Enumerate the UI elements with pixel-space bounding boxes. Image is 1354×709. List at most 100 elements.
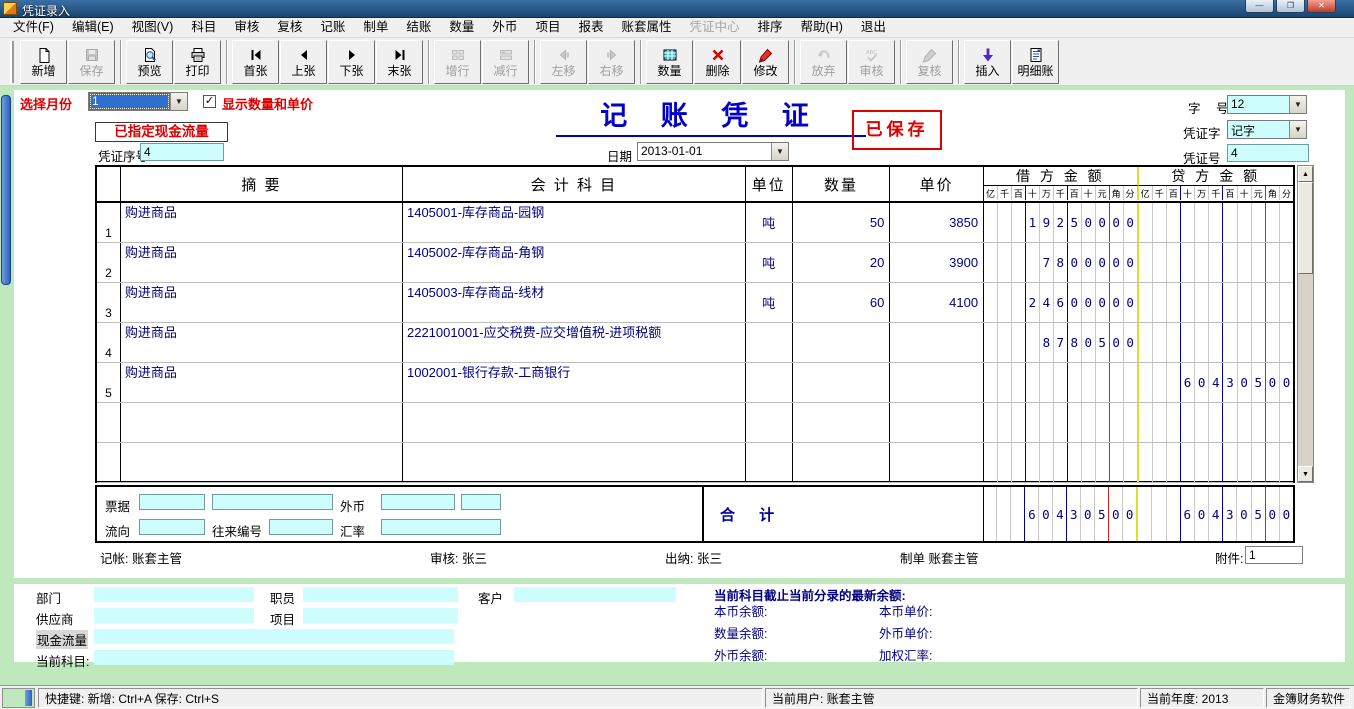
qty-cell[interactable] bbox=[793, 403, 891, 442]
price-cell[interactable] bbox=[890, 323, 984, 362]
account-cell[interactable]: 1405002-库存商品-角钢 bbox=[403, 243, 746, 282]
debit-cell[interactable]: 8780500 bbox=[984, 323, 1138, 362]
bill-input-1[interactable] bbox=[139, 494, 205, 510]
serial-input[interactable]: 4 bbox=[140, 143, 224, 161]
toolbar-button-0[interactable]: 新增 bbox=[20, 40, 67, 84]
debit-cell[interactable]: 24600000 bbox=[984, 283, 1138, 322]
counter-no-input[interactable] bbox=[269, 519, 333, 535]
toolbar-button-4[interactable]: 首张 bbox=[232, 40, 279, 84]
qty-cell[interactable] bbox=[793, 443, 891, 482]
account-cell[interactable] bbox=[403, 403, 746, 442]
fx-input-1[interactable] bbox=[381, 494, 455, 510]
menu-item-1[interactable]: 编辑(E) bbox=[63, 18, 123, 37]
summary-cell[interactable]: 购进商品 bbox=[121, 203, 403, 242]
bill-input-2[interactable] bbox=[212, 494, 333, 510]
summary-cell[interactable]: 购进商品 bbox=[121, 283, 403, 322]
menu-item-6[interactable]: 记账 bbox=[311, 18, 354, 37]
qty-cell[interactable]: 50 bbox=[793, 203, 891, 242]
summary-cell[interactable]: 购进商品 bbox=[121, 243, 403, 282]
unit-cell[interactable] bbox=[746, 443, 793, 482]
chevron-down-icon[interactable]: ▼ bbox=[1289, 96, 1306, 113]
toolbar-button-5[interactable]: 上张 bbox=[280, 40, 327, 84]
left-scrollbar-thumb[interactable] bbox=[1, 95, 11, 285]
toolbar-button-2[interactable]: 预览 bbox=[126, 40, 173, 84]
show-qty-checkbox[interactable]: ✓ bbox=[203, 95, 216, 108]
chevron-down-icon[interactable]: ▼ bbox=[170, 93, 187, 110]
voucher-no-input[interactable]: 4 bbox=[1227, 144, 1309, 162]
unit-cell[interactable]: 吨 bbox=[746, 203, 793, 242]
scrollbar-thumb[interactable] bbox=[1298, 182, 1313, 274]
menu-item-12[interactable]: 报表 bbox=[569, 18, 612, 37]
credit-cell[interactable] bbox=[1139, 243, 1293, 282]
unit-cell[interactable] bbox=[746, 403, 793, 442]
price-cell[interactable]: 4100 bbox=[890, 283, 984, 322]
menu-item-9[interactable]: 数量 bbox=[440, 18, 483, 37]
toolbar-button-7[interactable]: 末张 bbox=[376, 40, 423, 84]
price-cell[interactable] bbox=[890, 443, 984, 482]
zihao-select[interactable]: 12 ▼ bbox=[1227, 95, 1307, 114]
fx-input-2[interactable] bbox=[461, 494, 501, 510]
unit-cell[interactable]: 吨 bbox=[746, 283, 793, 322]
qty-cell[interactable]: 20 bbox=[793, 243, 891, 282]
account-cell[interactable]: 1405001-库存商品-园钢 bbox=[403, 203, 746, 242]
staff-input[interactable] bbox=[303, 587, 458, 602]
credit-cell[interactable] bbox=[1139, 203, 1293, 242]
supplier-input[interactable] bbox=[94, 608, 254, 623]
menu-item-10[interactable]: 外币 bbox=[483, 18, 526, 37]
minimize-button[interactable]: — bbox=[1245, 0, 1274, 13]
voucher-word-select[interactable]: 记字 ▼ bbox=[1227, 120, 1307, 139]
summary-cell[interactable]: 购进商品 bbox=[121, 323, 403, 362]
menu-item-13[interactable]: 账套属性 bbox=[612, 18, 680, 37]
toolbar-button-3[interactable]: 打印 bbox=[174, 40, 221, 84]
menu-item-16[interactable]: 帮助(H) bbox=[792, 18, 852, 37]
toolbar-button-14[interactable]: 修改 bbox=[742, 40, 789, 84]
menu-item-17[interactable]: 退出 bbox=[852, 18, 895, 37]
qty-cell[interactable]: 60 bbox=[793, 283, 891, 322]
maximize-button[interactable]: ❐ bbox=[1276, 0, 1305, 13]
current-account-input[interactable] bbox=[94, 650, 454, 665]
account-cell[interactable]: 2221001001-应交税费-应交增值税-进项税额 bbox=[403, 323, 746, 362]
dept-input[interactable] bbox=[94, 587, 254, 602]
cashflow-input[interactable] bbox=[94, 629, 454, 644]
toolbar-button-18[interactable]: 插入 bbox=[964, 40, 1011, 84]
credit-cell[interactable] bbox=[1139, 403, 1293, 442]
customer-input[interactable] bbox=[514, 587, 676, 602]
price-cell[interactable]: 3900 bbox=[890, 243, 984, 282]
unit-cell[interactable] bbox=[746, 323, 793, 362]
debit-cell[interactable]: 7800000 bbox=[984, 243, 1138, 282]
debit-cell[interactable] bbox=[984, 403, 1138, 442]
flow-input[interactable] bbox=[139, 519, 205, 535]
close-button[interactable]: ✕ bbox=[1307, 0, 1336, 13]
menu-item-7[interactable]: 制单 bbox=[354, 18, 397, 37]
account-cell[interactable] bbox=[403, 443, 746, 482]
attachment-input[interactable]: 1 bbox=[1245, 546, 1303, 564]
unit-cell[interactable] bbox=[746, 363, 793, 402]
credit-cell[interactable]: 60430500 bbox=[1139, 363, 1293, 402]
month-select[interactable]: 1 ▼ bbox=[88, 92, 188, 111]
credit-cell[interactable] bbox=[1139, 283, 1293, 322]
scroll-up-icon[interactable]: ▲ bbox=[1298, 166, 1313, 182]
qty-cell[interactable] bbox=[793, 363, 891, 402]
rate-input[interactable] bbox=[381, 519, 501, 535]
menu-item-3[interactable]: 科目 bbox=[182, 18, 225, 37]
menu-item-2[interactable]: 视图(V) bbox=[123, 18, 183, 37]
price-cell[interactable] bbox=[890, 403, 984, 442]
project-input[interactable] bbox=[303, 608, 458, 623]
toolbar-button-19[interactable]: 明细账 bbox=[1012, 40, 1059, 84]
toolbar-grip[interactable] bbox=[10, 41, 14, 83]
credit-cell[interactable] bbox=[1139, 323, 1293, 362]
summary-cell[interactable]: 购进商品 bbox=[121, 363, 403, 402]
credit-cell[interactable] bbox=[1139, 443, 1293, 482]
date-select[interactable]: 2013-01-01 ▼ bbox=[637, 142, 789, 161]
unit-cell[interactable]: 吨 bbox=[746, 243, 793, 282]
qty-cell[interactable] bbox=[793, 323, 891, 362]
menu-item-5[interactable]: 复核 bbox=[268, 18, 311, 37]
menu-item-4[interactable]: 审核 bbox=[225, 18, 268, 37]
account-cell[interactable]: 1002001-银行存款-工商银行 bbox=[403, 363, 746, 402]
toolbar-button-12[interactable]: 数量 bbox=[646, 40, 693, 84]
menu-item-0[interactable]: 文件(F) bbox=[4, 18, 63, 37]
grid-scrollbar[interactable]: ▲ ▼ bbox=[1297, 165, 1314, 483]
debit-cell[interactable] bbox=[984, 443, 1138, 482]
menu-item-11[interactable]: 项目 bbox=[526, 18, 569, 37]
debit-cell[interactable]: 19250000 bbox=[984, 203, 1138, 242]
